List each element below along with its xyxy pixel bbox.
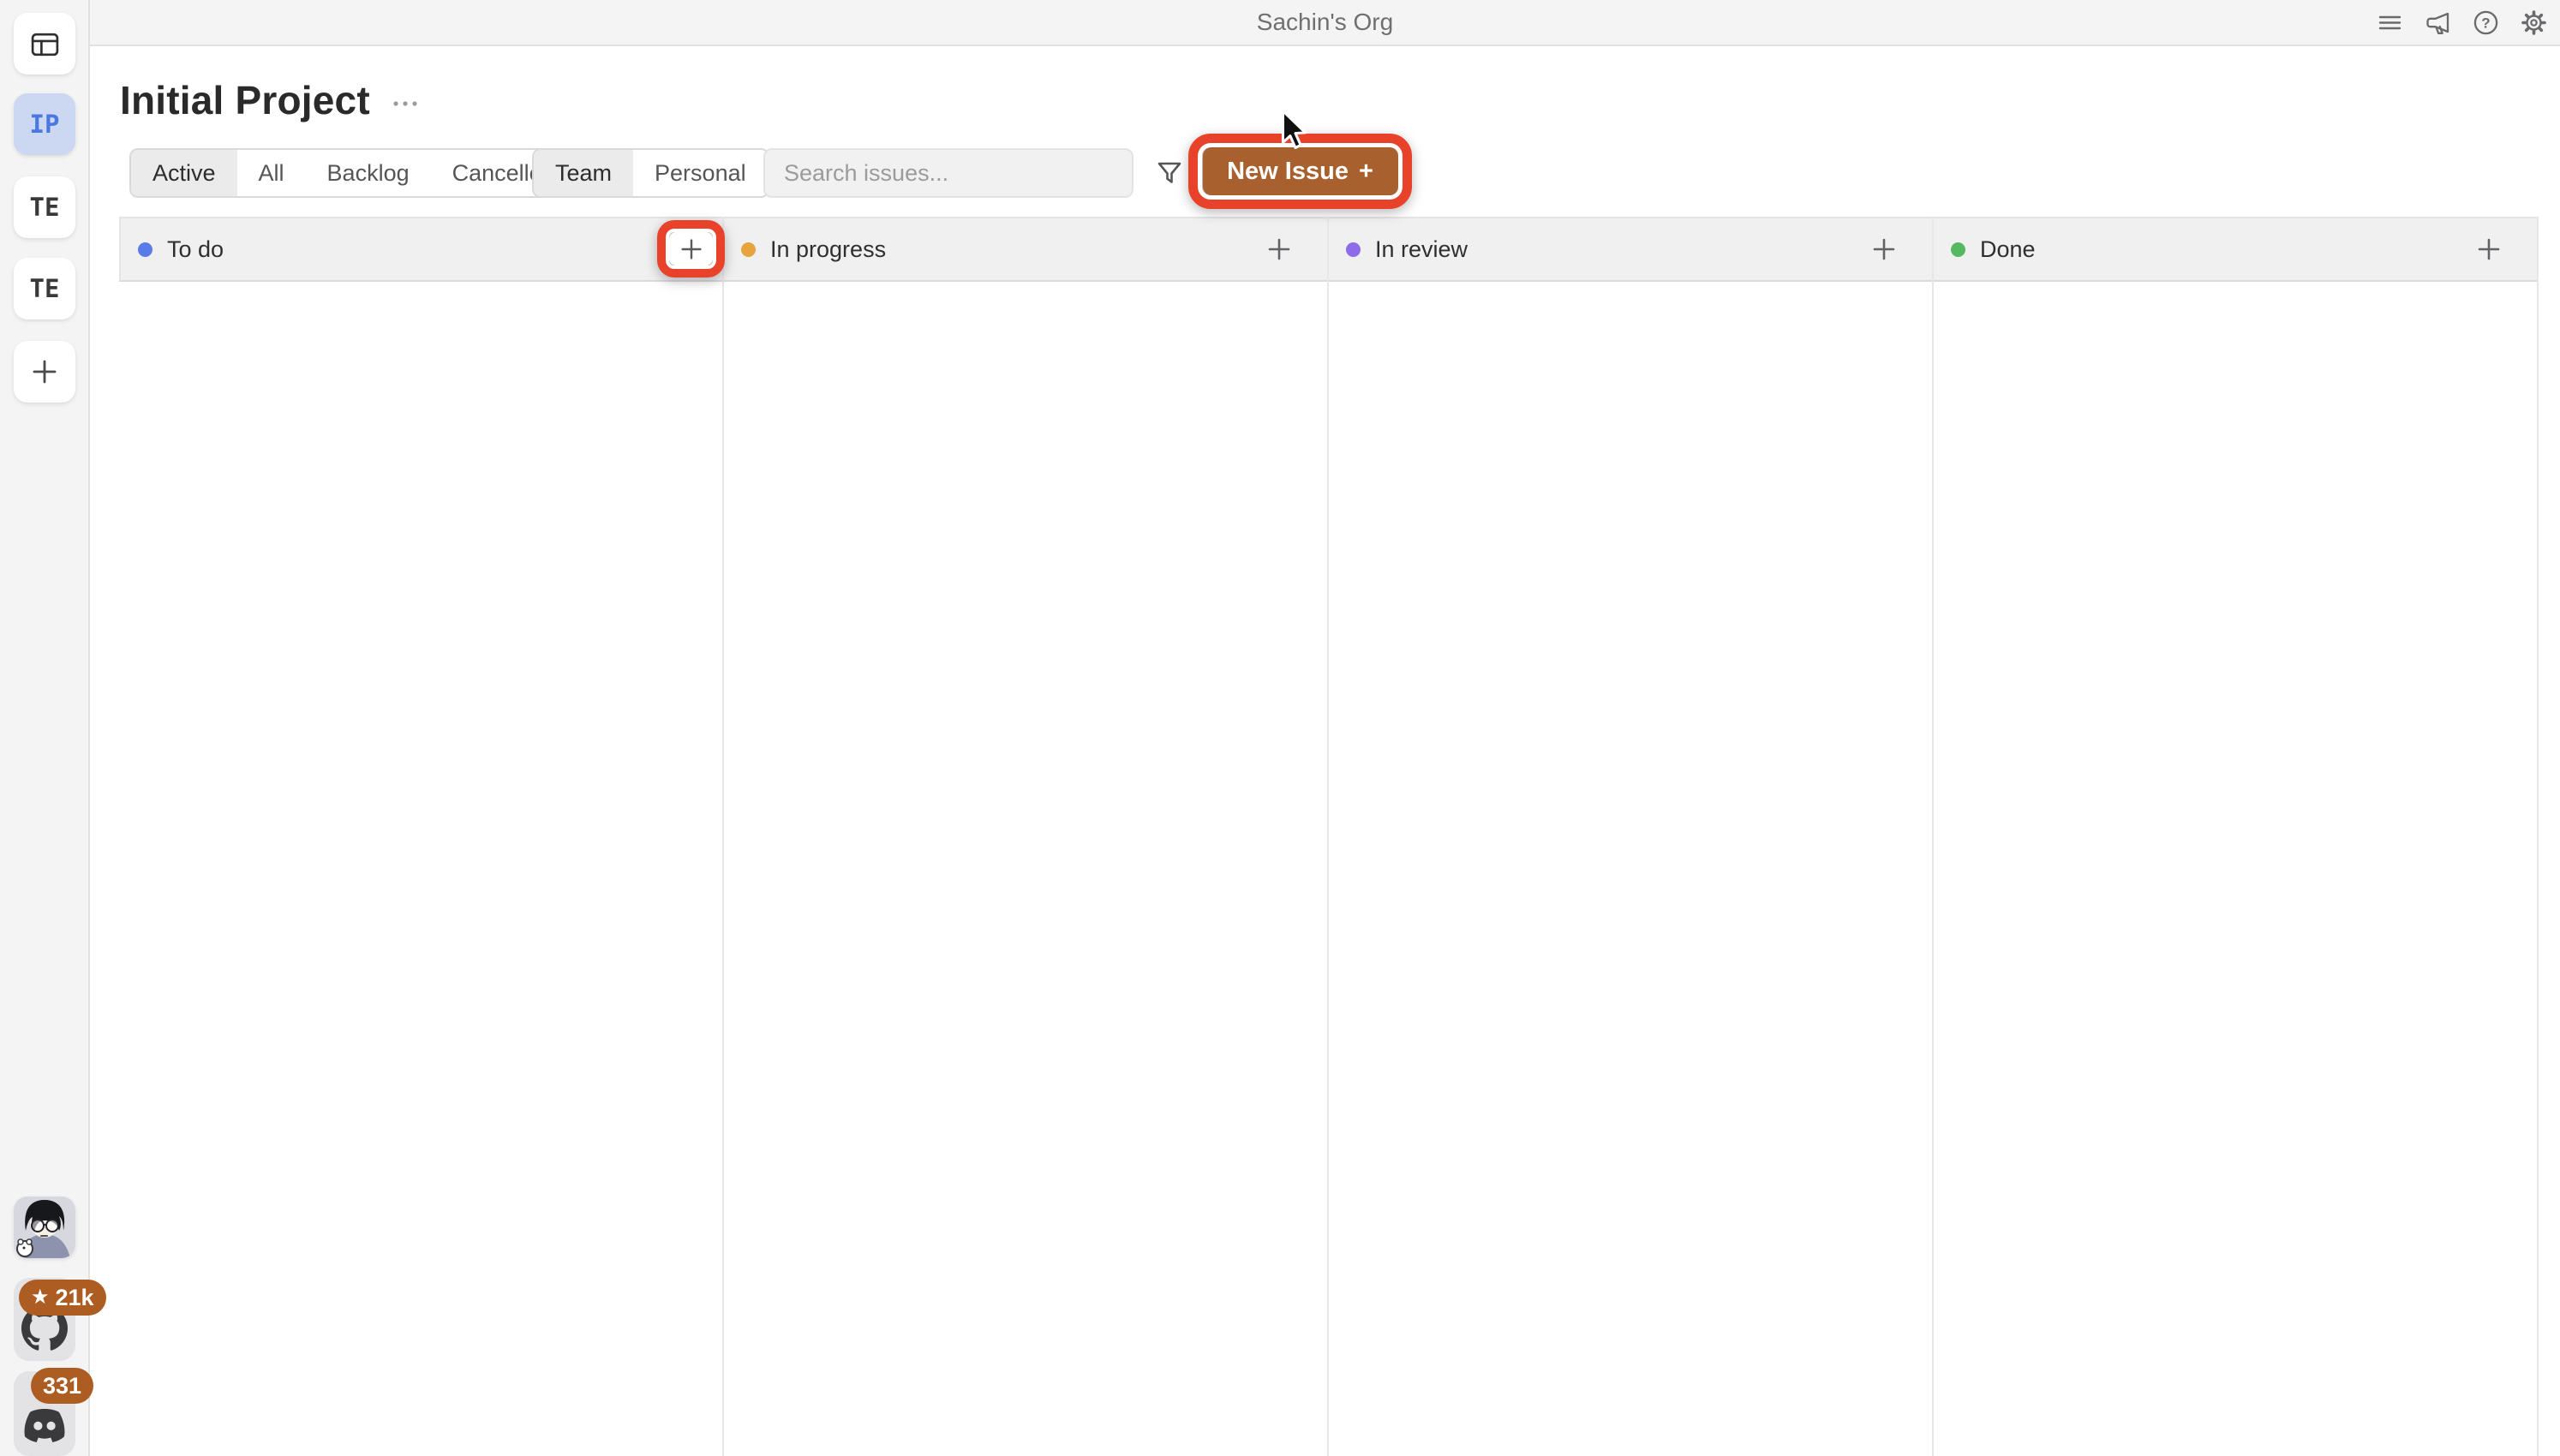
- user-avatar[interactable]: [14, 1196, 75, 1258]
- scope-filter-tabs: Team Personal: [532, 148, 769, 198]
- workspace-initials: IP: [30, 110, 60, 139]
- annotation-highlight-add-todo: [657, 220, 725, 277]
- column-header: In progress: [724, 217, 1327, 282]
- avatar-illustration: [14, 1196, 75, 1258]
- menu-icon[interactable]: [2376, 9, 2404, 37]
- topbar-actions: ?: [2376, 9, 2548, 37]
- help-icon[interactable]: ?: [2472, 9, 2500, 37]
- column-to-do: To do: [119, 217, 724, 1456]
- status-filter-tabs: Active All Backlog Cancelled: [129, 148, 578, 198]
- plus-icon: +: [1359, 158, 1373, 186]
- tab-team[interactable]: Team: [534, 150, 633, 196]
- layout-icon: [29, 28, 61, 60]
- page-title: Initial Project: [120, 77, 370, 123]
- status-dot: [1346, 242, 1361, 257]
- add-issue-button[interactable]: [669, 232, 713, 266]
- column-label: In review: [1375, 236, 1468, 263]
- status-dot: [138, 242, 153, 257]
- sidebar-item-team-2[interactable]: TE: [14, 258, 75, 319]
- add-issue-button[interactable]: [1867, 232, 1901, 266]
- filter-funnel-icon[interactable]: [1155, 159, 1184, 188]
- column-in-review: In review: [1329, 217, 1934, 1456]
- workspace-switcher-button[interactable]: [14, 13, 75, 75]
- svg-text:?: ?: [2481, 15, 2490, 32]
- tab-personal[interactable]: Personal: [633, 150, 768, 196]
- github-stars-badge: ★ 21k: [19, 1280, 106, 1316]
- sidebar-item-project-ip[interactable]: IP: [14, 93, 75, 155]
- plus-icon: [29, 356, 60, 387]
- team-initials: TE: [30, 274, 60, 303]
- column-label: To do: [167, 236, 224, 263]
- column-header: In review: [1329, 217, 1932, 282]
- add-issue-button[interactable]: [2472, 232, 2506, 266]
- tab-backlog[interactable]: Backlog: [306, 150, 431, 196]
- discord-members-count: 331: [43, 1373, 81, 1399]
- column-in-progress: In progress: [724, 217, 1329, 1456]
- tab-all[interactable]: All: [237, 150, 306, 196]
- new-issue-button[interactable]: New Issue +: [1203, 147, 1398, 195]
- mouse-cursor: [1277, 110, 1313, 149]
- org-title: Sachin's Org: [90, 0, 2560, 45]
- announcement-icon[interactable]: [2424, 9, 2452, 37]
- settings-gear-icon[interactable]: [2520, 9, 2548, 37]
- sidebar: IP TE TE: [0, 0, 90, 1456]
- column-header: To do: [119, 217, 722, 282]
- more-options-icon[interactable]: [389, 87, 422, 120]
- tab-active[interactable]: Active: [131, 150, 237, 196]
- column-header: Done: [1934, 217, 2537, 282]
- status-dot: [1951, 242, 1965, 257]
- discord-members-badge: 331: [31, 1368, 93, 1404]
- column-label: Done: [1980, 236, 2036, 263]
- column-done: Done: [1934, 217, 2539, 1456]
- top-bar: Sachin's Org ?: [90, 0, 2560, 46]
- column-label: In progress: [770, 236, 886, 263]
- team-initials: TE: [30, 193, 60, 222]
- star-icon: ★: [31, 1287, 50, 1308]
- add-issue-button[interactable]: [1262, 232, 1296, 266]
- add-workspace-button[interactable]: [14, 341, 75, 403]
- sidebar-item-team-1[interactable]: TE: [14, 176, 75, 238]
- new-issue-label: New Issue: [1227, 158, 1349, 186]
- github-stars-count: 21k: [56, 1285, 94, 1311]
- page-header: Initial Project: [120, 77, 422, 123]
- status-dot: [741, 242, 756, 257]
- search-input[interactable]: [763, 148, 1133, 198]
- discord-icon: [21, 1406, 69, 1444]
